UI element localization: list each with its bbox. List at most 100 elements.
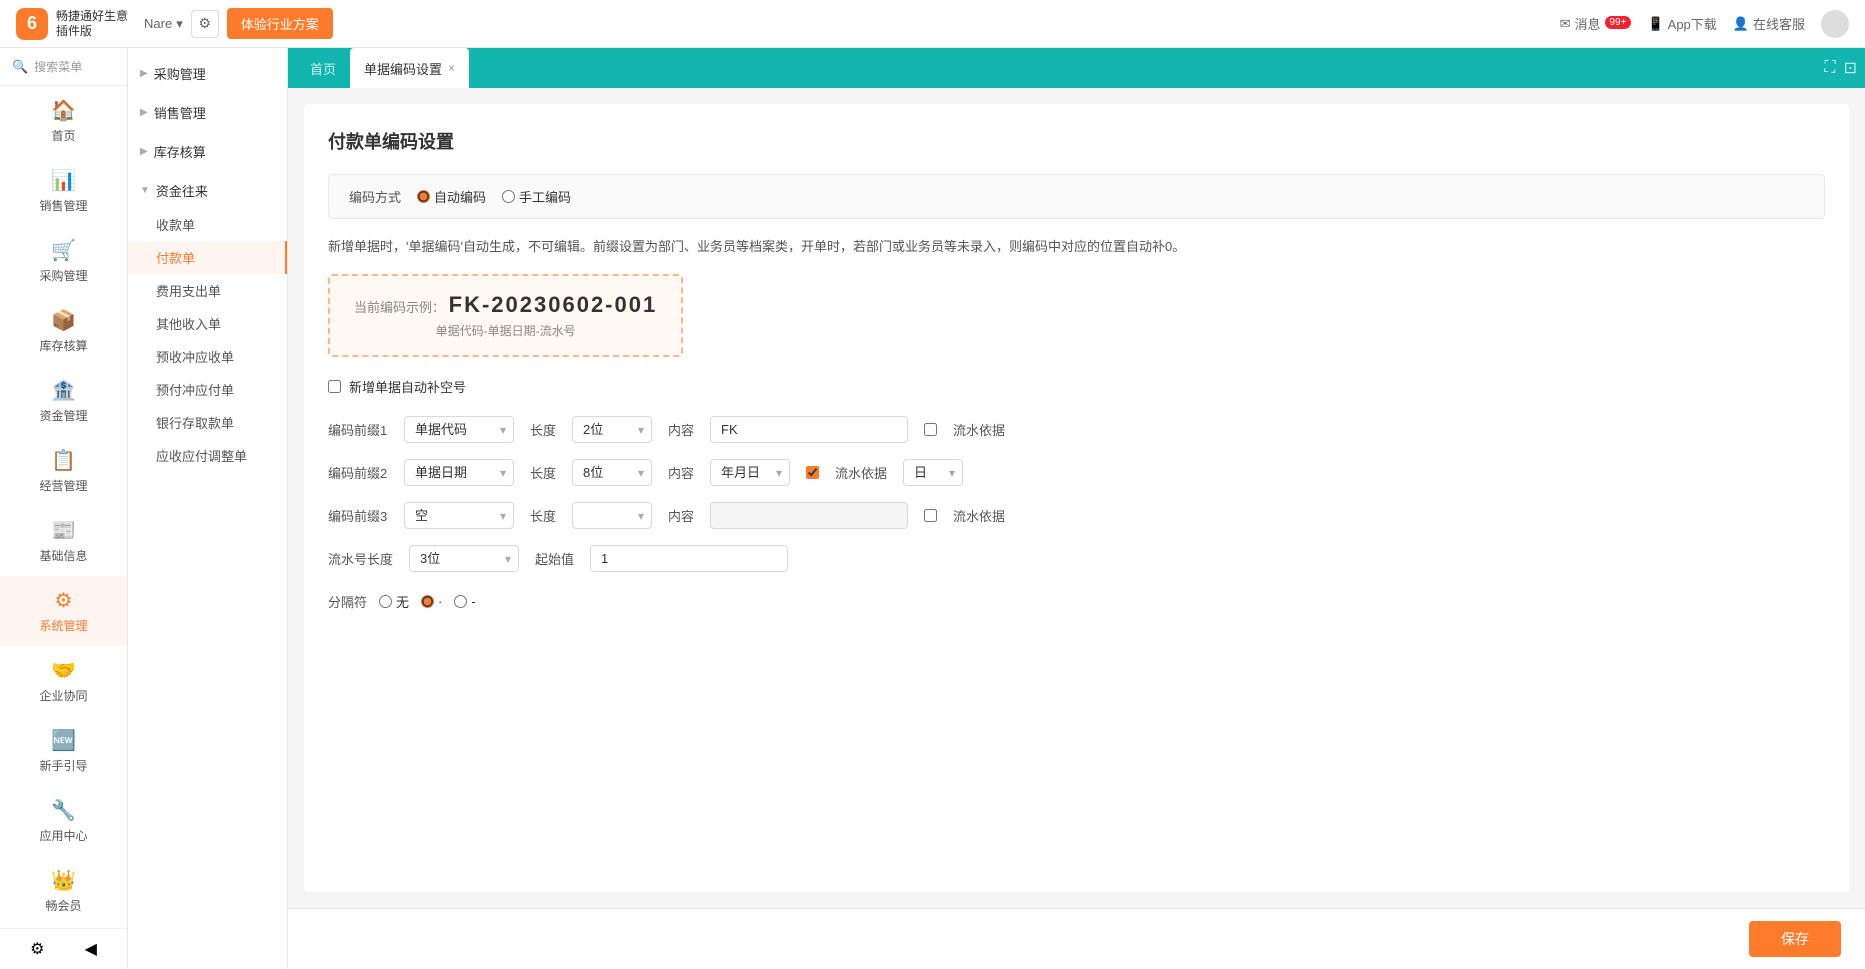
avatar[interactable] [1821, 10, 1849, 38]
prefix1-length-select[interactable]: 2位 [572, 416, 652, 443]
prefix2-length-select[interactable]: 8位 [572, 459, 652, 486]
auto-fill-label[interactable]: 新增单据自动补空号 [349, 377, 466, 396]
separator-none-option[interactable]: 无 [379, 592, 409, 611]
sidebar-item-inventory[interactable]: 📦 库存核算 [0, 296, 127, 366]
sidebar-item-guide[interactable]: 🆕 新手引导 [0, 716, 127, 786]
sidebar-search[interactable]: 🔍 搜索菜单 [0, 48, 127, 86]
message-icon: ✉ [1560, 16, 1571, 32]
inventory-icon: 📦 [51, 308, 76, 333]
logo-text: 畅捷通好生意 插件版 [56, 9, 128, 38]
sidebar-item-label: 采购管理 [39, 267, 87, 284]
separator-label: 分隔符 [328, 592, 367, 611]
sales-icon: 📊 [51, 168, 76, 193]
separator-dot-option[interactable]: · [421, 594, 442, 609]
auto-code-option[interactable]: 自动编码 [417, 187, 486, 206]
serial-row: 流水号长度 3位 起始值 [328, 545, 1825, 572]
industry-btn[interactable]: 体验行业方案 [227, 8, 333, 39]
sub-group-inventory-title[interactable]: ▶ 库存核算 [128, 134, 287, 169]
prefix2-serial-period-select[interactable]: 日 [903, 459, 963, 486]
separator-row: 分隔符 无 · - [328, 592, 1825, 611]
prefix3-serial-label: 流水依据 [953, 506, 1005, 525]
sub-item-yingshou[interactable]: 应收应付调整单 [128, 439, 287, 472]
ops-icon: 📋 [51, 448, 76, 473]
basic-icon: 📰 [51, 518, 76, 543]
tab-bar-right: ⛶ ⊡ [1824, 58, 1857, 78]
code-example-value: FK-20230602-001 [449, 292, 658, 317]
prefix2-content-select[interactable]: 年月日 [710, 459, 790, 486]
sidebar-item-label: 经营管理 [39, 477, 87, 494]
prefix3-content-input[interactable] [710, 502, 908, 529]
sidebar-item-finance[interactable]: 🏦 资金管理 [0, 366, 127, 436]
org-selector[interactable]: Nare ▾ [144, 16, 183, 32]
app-download-label: App下载 [1668, 14, 1717, 33]
sidebar-item-basic[interactable]: 📰 基础信息 [0, 506, 127, 576]
save-button[interactable]: 保存 [1749, 921, 1841, 957]
sidebar-item-label: 畅会员 [45, 897, 81, 914]
sidebar-item-member[interactable]: 👑 畅会员 [0, 856, 127, 926]
auto-fill-checkbox[interactable] [328, 380, 341, 393]
corp-icon: 🤝 [51, 658, 76, 683]
sub-item-fukuan[interactable]: 付款单 [128, 241, 287, 274]
prefix3-select-wrapper: 空 [404, 502, 514, 529]
tab-close-icon[interactable]: × [448, 61, 455, 75]
code-example-label: 当前编码示例： FK-20230602-001 [354, 292, 657, 318]
tab-bar: 首页 单据编码设置 × ⛶ ⊡ [288, 48, 1865, 88]
separator-dash-radio[interactable] [454, 595, 467, 608]
separator-none-label: 无 [396, 592, 409, 611]
tab-shrink-icon[interactable]: ⊡ [1844, 58, 1857, 78]
header-mid: Nare ▾ ⚙ 体验行业方案 [144, 8, 1560, 39]
tab-home-label: 首页 [310, 59, 336, 78]
sub-group-finance-title[interactable]: ▼ 资金往来 [128, 173, 287, 208]
separator-dash-option[interactable]: - [454, 594, 475, 609]
separator-dot-radio[interactable] [421, 595, 434, 608]
tab-home[interactable]: 首页 [296, 48, 350, 88]
prefix3-length-wrapper [572, 502, 652, 529]
sidebar-item-sales[interactable]: 📊 销售管理 [0, 156, 127, 226]
sidebar-collapse-icon[interactable]: ◀ [85, 939, 97, 959]
prefix3-select[interactable]: 空 [404, 502, 514, 529]
sub-item-shoukuan[interactable]: 收款单 [128, 208, 287, 241]
online-service-item[interactable]: 👤 在线客服 [1733, 14, 1805, 33]
sub-item-qitashouru[interactable]: 其他收入单 [128, 307, 287, 340]
serial-start-input[interactable] [590, 545, 788, 572]
manual-code-radio[interactable] [502, 190, 515, 203]
prefix1-content-input[interactable] [710, 416, 908, 443]
prefix2-label: 编码前缀2 [328, 463, 388, 482]
sidebar-item-apps[interactable]: 🔧 应用中心 [0, 786, 127, 856]
sub-group-sales-title[interactable]: ▶ 销售管理 [128, 95, 287, 130]
serial-start-label: 起始值 [535, 549, 574, 568]
sidebar-item-operations[interactable]: 📋 经营管理 [0, 436, 127, 506]
prefix1-length-label: 长度 [530, 420, 556, 439]
prefix2-serial-checkbox[interactable] [806, 466, 819, 479]
logo-area: 6 畅捷通好生意 插件版 [16, 8, 144, 40]
sub-item-feiyong[interactable]: 费用支出单 [128, 274, 287, 307]
sub-item-yinhang[interactable]: 银行存取款单 [128, 406, 287, 439]
sub-group-purchase-title[interactable]: ▶ 采购管理 [128, 56, 287, 91]
sidebar-item-system[interactable]: ⚙ 系统管理 [0, 576, 127, 646]
serial-length-select[interactable]: 3位 [409, 545, 519, 572]
manual-code-option[interactable]: 手工编码 [502, 187, 571, 206]
tab-encoding[interactable]: 单据编码设置 × [350, 48, 469, 88]
sub-item-yufu[interactable]: 预付冲应付单 [128, 373, 287, 406]
tab-expand-icon[interactable]: ⛶ [1824, 59, 1835, 77]
app-download-item[interactable]: 📱 App下载 [1647, 14, 1716, 33]
sidebar-item-purchase[interactable]: 🛒 采购管理 [0, 226, 127, 296]
prefix3-serial-checkbox[interactable] [924, 509, 937, 522]
tab-encoding-label: 单据编码设置 [364, 59, 442, 78]
bottom-bar: 保存 [288, 908, 1865, 969]
auto-code-radio[interactable] [417, 190, 430, 203]
prefix1-serial-checkbox[interactable] [924, 423, 937, 436]
group-label: 库存核算 [154, 142, 206, 161]
prefix2-select[interactable]: 单据日期 [404, 459, 514, 486]
prefix1-select[interactable]: 单据代码 [404, 416, 514, 443]
message-item[interactable]: ✉ 消息 99+ [1560, 14, 1632, 33]
settings-icon[interactable]: ⚙ [191, 10, 219, 38]
sidebar-item-label: 销售管理 [39, 197, 87, 214]
separator-none-radio[interactable] [379, 595, 392, 608]
sidebar-item-home[interactable]: 🏠 首页 [0, 86, 127, 156]
sidebar-settings-icon[interactable]: ⚙ [30, 939, 44, 959]
purchase-icon: 🛒 [51, 238, 76, 263]
prefix3-length-select[interactable] [572, 502, 652, 529]
sidebar-item-corp[interactable]: 🤝 企业协同 [0, 646, 127, 716]
sub-item-yushou[interactable]: 预收冲应收单 [128, 340, 287, 373]
